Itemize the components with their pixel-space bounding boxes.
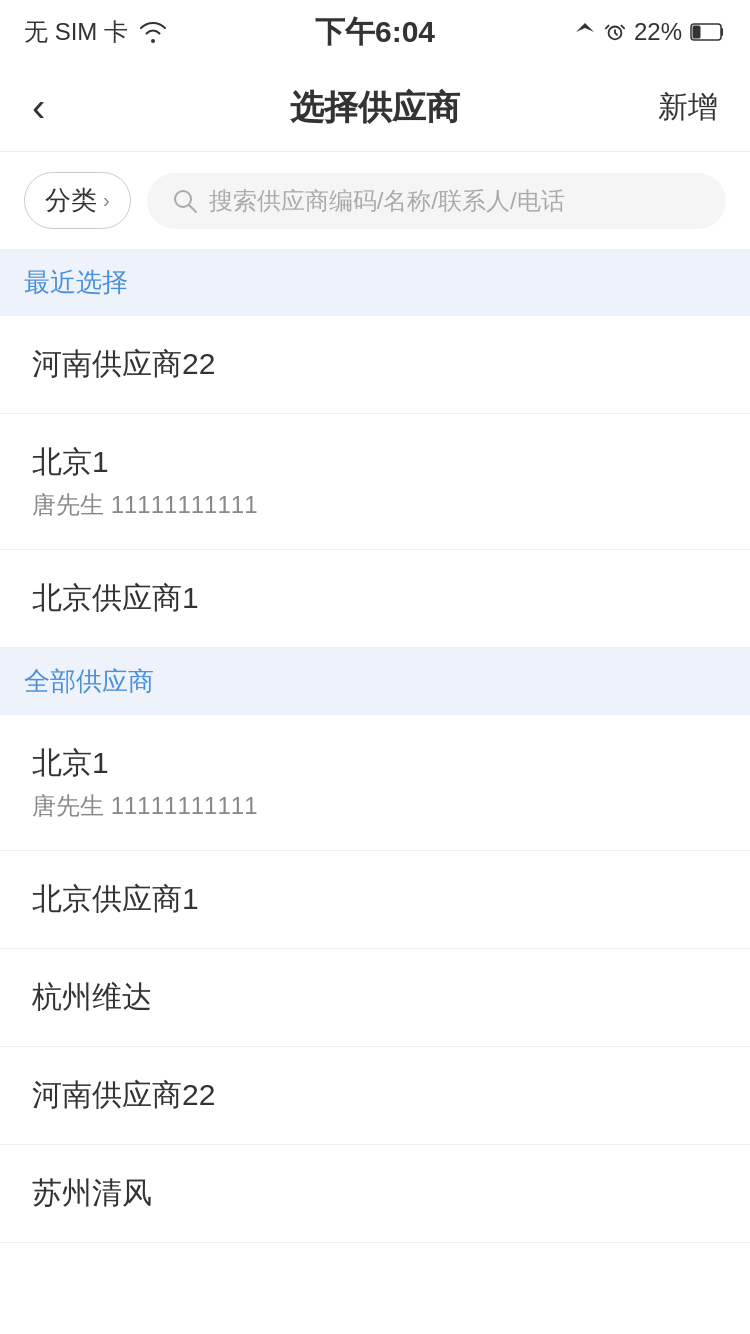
- wifi-icon: [138, 21, 168, 43]
- search-box[interactable]: 搜索供应商编码/名称/联系人/电话: [147, 173, 726, 229]
- supplier-contact: 唐先生 11111111111: [32, 489, 718, 521]
- supplier-name: 北京供应商1: [32, 879, 718, 920]
- back-button[interactable]: ‹: [32, 85, 112, 130]
- list-item[interactable]: 河南供应商22: [0, 1047, 750, 1145]
- supplier-name: 北京1: [32, 442, 718, 483]
- all-list: 北京1 唐先生 11111111111 北京供应商1 杭州维达河南供应商22 苏州清风: [0, 715, 750, 1243]
- supplier-name: 北京1: [32, 743, 718, 784]
- location-icon: [574, 21, 596, 43]
- list-item[interactable]: 北京供应商1: [0, 550, 750, 648]
- recent-list: 河南供应商22 北京1 唐先生 11111111111 北京供应商1: [0, 316, 750, 648]
- supplier-name: 河南供应商22: [32, 344, 718, 385]
- status-left: 无 SIM 卡: [24, 16, 168, 48]
- supplier-name: 河南供应商22: [32, 1075, 718, 1116]
- supplier-contact: 唐先生 11111111111: [32, 790, 718, 822]
- alarm-icon: [604, 21, 626, 43]
- nav-bar: ‹ 选择供应商 新增: [0, 64, 750, 152]
- recent-section-header: 最近选择: [0, 249, 750, 316]
- filter-bar: 分类 › 搜索供应商编码/名称/联系人/电话: [0, 152, 750, 249]
- svg-rect-2: [693, 26, 701, 39]
- status-time: 下午6:04: [315, 12, 435, 53]
- list-item[interactable]: 北京1 唐先生 11111111111: [0, 414, 750, 550]
- list-item[interactable]: 北京1 唐先生 11111111111: [0, 715, 750, 851]
- chevron-right-icon: ›: [103, 189, 110, 212]
- supplier-name: 苏州清风: [32, 1173, 718, 1214]
- search-icon: [171, 187, 199, 215]
- sim-status: 无 SIM 卡: [24, 16, 128, 48]
- status-right: 22%: [574, 18, 726, 46]
- status-bar: 无 SIM 卡 下午6:04 22%: [0, 0, 750, 64]
- search-placeholder: 搜索供应商编码/名称/联系人/电话: [209, 185, 565, 217]
- category-button[interactable]: 分类 ›: [24, 172, 131, 229]
- battery-icon: [690, 22, 726, 42]
- list-item[interactable]: 苏州清风: [0, 1145, 750, 1243]
- category-label: 分类: [45, 183, 97, 218]
- page-title: 选择供应商: [290, 85, 460, 131]
- add-button[interactable]: 新增: [638, 87, 718, 128]
- battery-percent: 22%: [634, 18, 682, 46]
- supplier-name: 北京供应商1: [32, 578, 718, 619]
- list-item[interactable]: 杭州维达: [0, 949, 750, 1047]
- supplier-name: 杭州维达: [32, 977, 718, 1018]
- list-item[interactable]: 北京供应商1: [0, 851, 750, 949]
- all-section-header: 全部供应商: [0, 648, 750, 715]
- list-item[interactable]: 河南供应商22: [0, 316, 750, 414]
